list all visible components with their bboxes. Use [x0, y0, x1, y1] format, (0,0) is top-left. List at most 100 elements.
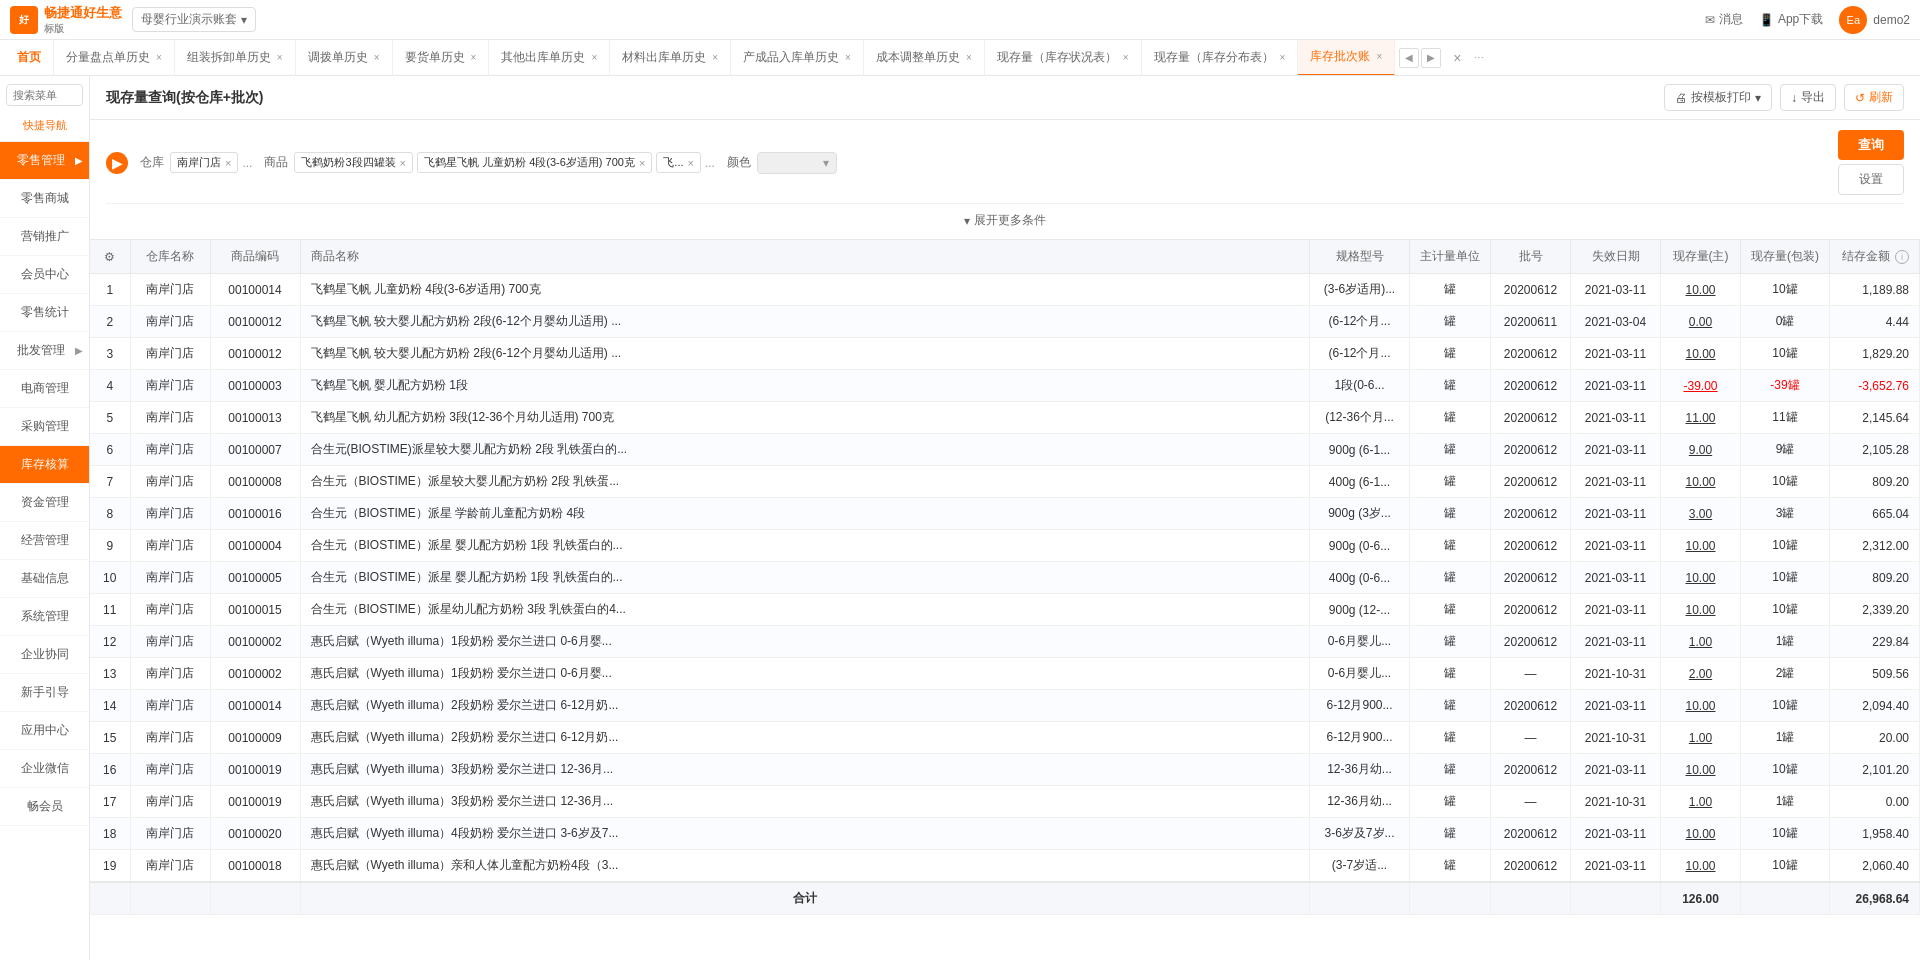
tab-10[interactable]: 现存量（库存分布表） × — [1142, 40, 1299, 76]
row-qty-main[interactable]: 9.00 — [1661, 434, 1741, 466]
sidebar-item-retail-shop[interactable]: 零售商城 — [0, 180, 89, 218]
sidebar-item-app-center[interactable]: 应用中心 — [0, 712, 89, 750]
nav-more-icon[interactable]: ⋯ — [1469, 48, 1489, 68]
footer-balance: 26,968.64 — [1830, 882, 1920, 915]
close-icon[interactable]: × — [471, 52, 477, 63]
app-download-button[interactable]: 📱 App下载 — [1759, 11, 1823, 28]
tab-8[interactable]: 成本调整单历史 × — [864, 40, 985, 76]
tab-4[interactable]: 要货单历史 × — [393, 40, 490, 76]
tab-11[interactable]: 库存批次账 × — [1298, 40, 1395, 76]
row-qty-main[interactable]: 3.00 — [1661, 498, 1741, 530]
sidebar-item-label: 企业协同 — [6, 646, 83, 663]
row-qty-main[interactable]: 10.00 — [1661, 338, 1741, 370]
settings-icon[interactable]: ⚙ — [104, 250, 115, 264]
tab-6[interactable]: 材料出库单历史 × — [610, 40, 731, 76]
product-tag-2-close[interactable]: × — [639, 157, 645, 169]
row-qty-pkg: 10罐 — [1741, 754, 1830, 786]
row-qty-main[interactable]: 10.00 — [1661, 850, 1741, 883]
col-qty-main-header: 现存量(主) — [1661, 240, 1741, 274]
row-qty-main[interactable]: 10.00 — [1661, 466, 1741, 498]
row-qty-main[interactable]: 1.00 — [1661, 626, 1741, 658]
row-index: 9 — [90, 530, 130, 562]
tab-7[interactable]: 产成品入库单历史 × — [731, 40, 864, 76]
row-qty-main[interactable]: 10.00 — [1661, 690, 1741, 722]
row-qty-main[interactable]: 1.00 — [1661, 786, 1741, 818]
sidebar-item-ecommerce[interactable]: 电商管理 — [0, 370, 89, 408]
message-button[interactable]: ✉ 消息 — [1705, 11, 1743, 28]
row-batch: 20200612 — [1491, 434, 1571, 466]
row-qty-main[interactable]: 10.00 — [1661, 274, 1741, 306]
sidebar-item-member-card[interactable]: 畅会员 — [0, 788, 89, 826]
close-icon[interactable]: × — [845, 52, 851, 63]
row-qty-main[interactable]: 2.00 — [1661, 658, 1741, 690]
filter-expand-button[interactable]: ▶ — [106, 152, 128, 174]
quick-nav-label[interactable]: 快捷导航 — [0, 114, 89, 142]
close-icon[interactable]: × — [277, 52, 283, 63]
sidebar-item-marketing[interactable]: 营销推广 — [0, 218, 89, 256]
close-icon[interactable]: × — [156, 52, 162, 63]
user-area[interactable]: Ea demo2 — [1839, 6, 1910, 34]
sidebar-item-basic-info[interactable]: 基础信息 — [0, 560, 89, 598]
close-icon[interactable]: × — [712, 52, 718, 63]
tab-2[interactable]: 组装拆卸单历史 × — [175, 40, 296, 76]
template-print-button[interactable]: 🖨 按模板打印 ▾ — [1664, 84, 1772, 111]
sidebar-item-operations[interactable]: 经营管理 — [0, 522, 89, 560]
product-filter-more[interactable]: ... — [705, 156, 715, 170]
tab-home[interactable]: 首页 — [5, 40, 54, 76]
row-code: 00100002 — [210, 626, 300, 658]
settings-button[interactable]: 设置 — [1838, 164, 1904, 195]
nav-right-arrow[interactable]: ▶ — [1421, 48, 1441, 68]
sidebar-item-guide[interactable]: 新手引导 — [0, 674, 89, 712]
row-spec: 12-36月幼... — [1310, 786, 1410, 818]
sidebar-item-finance[interactable]: 资金管理 — [0, 484, 89, 522]
sidebar-item-system[interactable]: 系统管理 — [0, 598, 89, 636]
tab-9[interactable]: 现存量（库存状况表） × — [985, 40, 1142, 76]
warehouse-filter-more[interactable]: ... — [242, 156, 252, 170]
col-settings[interactable]: ⚙ — [90, 240, 130, 274]
row-qty-pkg: 1罐 — [1741, 786, 1830, 818]
sidebar-item-inventory[interactable]: 库存核算 — [0, 446, 89, 484]
sidebar-item-retail-management[interactable]: 零售管理 ▶ — [0, 142, 89, 180]
sidebar-item-retail-stats[interactable]: 零售统计 — [0, 294, 89, 332]
close-icon[interactable]: × — [1123, 52, 1129, 63]
sidebar-item-enterprise[interactable]: 企业协同 — [0, 636, 89, 674]
row-qty-main[interactable]: 0.00 — [1661, 306, 1741, 338]
product-tag-3-close[interactable]: × — [688, 157, 694, 169]
search-input[interactable] — [6, 84, 83, 106]
warehouse-tag-close[interactable]: × — [225, 157, 231, 169]
sidebar-item-wechat[interactable]: 企业微信 — [0, 750, 89, 788]
row-qty-main[interactable]: 10.00 — [1661, 594, 1741, 626]
close-icon[interactable]: × — [1280, 52, 1286, 63]
tab-5[interactable]: 其他出库单历史 × — [489, 40, 610, 76]
tab-1[interactable]: 分量盘点单历史 × — [54, 40, 175, 76]
refresh-button[interactable]: ↺ 刷新 — [1844, 84, 1904, 111]
row-qty-main[interactable]: 11.00 — [1661, 402, 1741, 434]
col-balance-header: 结存金额 i — [1830, 240, 1920, 274]
row-qty-main[interactable]: 1.00 — [1661, 722, 1741, 754]
tab-3[interactable]: 调拨单历史 × — [296, 40, 393, 76]
row-qty-main[interactable]: -39.00 — [1661, 370, 1741, 402]
row-balance: -3,652.76 — [1830, 370, 1920, 402]
export-button[interactable]: ↓ 导出 — [1780, 84, 1836, 111]
expand-more-button[interactable]: ▾ 展开更多条件 — [106, 203, 1904, 229]
warehouse-select[interactable]: 母婴行业演示账套 ▾ — [132, 7, 256, 32]
row-qty-main[interactable]: 10.00 — [1661, 562, 1741, 594]
product-tag-1-close[interactable]: × — [400, 157, 406, 169]
sidebar-item-wholesale[interactable]: 批发管理 ▶ — [0, 332, 89, 370]
nav-left-arrow[interactable]: ◀ — [1399, 48, 1419, 68]
row-qty-main[interactable]: 10.00 — [1661, 818, 1741, 850]
close-icon[interactable]: × — [591, 52, 597, 63]
close-icon[interactable]: × — [1376, 51, 1382, 62]
close-icon[interactable]: × — [374, 52, 380, 63]
info-icon[interactable]: i — [1895, 250, 1909, 264]
close-icon[interactable]: × — [966, 52, 972, 63]
row-qty-main[interactable]: 10.00 — [1661, 530, 1741, 562]
sidebar-item-member[interactable]: 会员中心 — [0, 256, 89, 294]
row-warehouse: 南岸门店 — [130, 562, 210, 594]
color-select[interactable] — [757, 152, 837, 174]
row-qty-main[interactable]: 10.00 — [1661, 754, 1741, 786]
query-button[interactable]: 查询 — [1838, 130, 1904, 160]
sidebar: 快捷导航 零售管理 ▶ 零售商城 营销推广 会员中心 零售统计 批发管理 ▶ 电… — [0, 76, 90, 960]
close-all-tabs-button[interactable]: × — [1445, 50, 1469, 66]
sidebar-item-purchase[interactable]: 采购管理 — [0, 408, 89, 446]
